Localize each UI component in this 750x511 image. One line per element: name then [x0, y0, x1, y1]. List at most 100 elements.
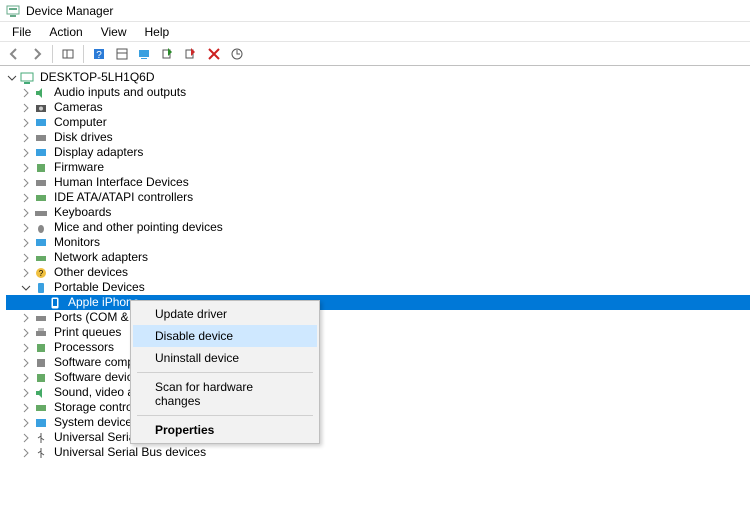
- chevron-right-icon[interactable]: [20, 252, 32, 264]
- tree-category-disk[interactable]: Disk drives: [6, 130, 750, 145]
- chevron-right-icon[interactable]: [20, 222, 32, 234]
- tree-label: Disk drives: [52, 130, 115, 145]
- ide-icon: [34, 191, 48, 205]
- tree-category-usb-controllers[interactable]: Universal Serial Bus controllers: [6, 430, 750, 445]
- tree-label: Processors: [52, 340, 116, 355]
- chevron-right-icon[interactable]: [20, 102, 32, 114]
- tree-label: Universal Serial Bus devices: [52, 445, 208, 460]
- tree-category-mice[interactable]: Mice and other pointing devices: [6, 220, 750, 235]
- ctx-uninstall-device[interactable]: Uninstall device: [133, 347, 317, 369]
- software-icon: [34, 371, 48, 385]
- port-icon: [34, 311, 48, 325]
- disk-icon: [34, 131, 48, 145]
- chevron-right-icon[interactable]: [20, 207, 32, 219]
- portable-device-icon: [34, 281, 48, 295]
- tree-category-software-components[interactable]: Software compor: [6, 355, 750, 370]
- tree-category-computer[interactable]: Computer: [6, 115, 750, 130]
- tree-category-usb-devices[interactable]: Universal Serial Bus devices: [6, 445, 750, 460]
- chevron-right-icon[interactable]: [20, 432, 32, 444]
- chevron-right-icon[interactable]: [20, 267, 32, 279]
- tree-root[interactable]: DESKTOP-5LH1Q6D: [6, 70, 750, 85]
- ctx-separator: [137, 415, 313, 416]
- context-menu: Update driver Disable device Uninstall d…: [130, 300, 320, 444]
- tree-label: Other devices: [52, 265, 130, 280]
- tree-category-processors[interactable]: Processors: [6, 340, 750, 355]
- tree-category-cameras[interactable]: Cameras: [6, 100, 750, 115]
- tree-category-audio[interactable]: Audio inputs and outputs: [6, 85, 750, 100]
- printer-icon: [34, 326, 48, 340]
- computer-icon: [20, 71, 34, 85]
- camera-icon: [34, 101, 48, 115]
- tree-category-display[interactable]: Display adapters: [6, 145, 750, 160]
- chevron-down-icon[interactable]: [20, 282, 32, 294]
- chevron-right-icon[interactable]: [20, 237, 32, 249]
- chevron-down-icon[interactable]: [6, 72, 18, 84]
- tree-category-print-queues[interactable]: Print queues: [6, 325, 750, 340]
- chevron-right-icon[interactable]: [20, 357, 32, 369]
- tree-category-sound[interactable]: Sound, video and: [6, 385, 750, 400]
- chevron-right-icon[interactable]: [20, 417, 32, 429]
- chevron-right-icon[interactable]: [20, 312, 32, 324]
- chevron-right-icon[interactable]: [20, 132, 32, 144]
- tree-category-other[interactable]: ? Other devices: [6, 265, 750, 280]
- tree-device-apple-iphone[interactable]: Apple iPhone: [6, 295, 750, 310]
- menu-help[interactable]: Help: [137, 23, 178, 41]
- chevron-right-icon[interactable]: [20, 177, 32, 189]
- menubar: File Action View Help: [0, 22, 750, 42]
- chevron-right-icon[interactable]: [20, 147, 32, 159]
- tree-category-monitors[interactable]: Monitors: [6, 235, 750, 250]
- tree-label: Computer: [52, 115, 109, 130]
- back-button[interactable]: [4, 44, 24, 64]
- svg-text:?: ?: [39, 269, 44, 278]
- help-button[interactable]: ?: [89, 44, 109, 64]
- component-icon: [34, 356, 48, 370]
- tree-category-portable[interactable]: Portable Devices: [6, 280, 750, 295]
- titlebar: Device Manager: [0, 0, 750, 22]
- usb-icon: [34, 431, 48, 445]
- chevron-right-icon[interactable]: [20, 117, 32, 129]
- chevron-right-icon[interactable]: [20, 387, 32, 399]
- tree-category-storage[interactable]: Storage controlle: [6, 400, 750, 415]
- menu-action[interactable]: Action: [41, 23, 90, 41]
- tree-category-hid[interactable]: Human Interface Devices: [6, 175, 750, 190]
- cpu-icon: [34, 341, 48, 355]
- chevron-right-icon[interactable]: [20, 447, 32, 459]
- chevron-right-icon[interactable]: [20, 87, 32, 99]
- tree-label: Human Interface Devices: [52, 175, 191, 190]
- chevron-right-icon[interactable]: [20, 327, 32, 339]
- chevron-right-icon[interactable]: [20, 162, 32, 174]
- chevron-right-icon[interactable]: [20, 402, 32, 414]
- show-hide-console-button[interactable]: [58, 44, 78, 64]
- hid-icon: [34, 176, 48, 190]
- tree-category-software-devices[interactable]: Software devices: [6, 370, 750, 385]
- device-tree[interactable]: DESKTOP-5LH1Q6D Audio inputs and outputs…: [0, 66, 750, 460]
- tree-category-firmware[interactable]: Firmware: [6, 160, 750, 175]
- tree-category-network[interactable]: Network adapters: [6, 250, 750, 265]
- device-manager-icon: [6, 4, 20, 18]
- update-driver-button[interactable]: [227, 44, 247, 64]
- chevron-right-icon[interactable]: [20, 192, 32, 204]
- menu-file[interactable]: File: [4, 23, 39, 41]
- tree-label: IDE ATA/ATAPI controllers: [52, 190, 195, 205]
- tree-category-keyboards[interactable]: Keyboards: [6, 205, 750, 220]
- uninstall-device-button[interactable]: [204, 44, 224, 64]
- ctx-update-driver[interactable]: Update driver: [133, 303, 317, 325]
- tree-category-ide[interactable]: IDE ATA/ATAPI controllers: [6, 190, 750, 205]
- properties-button[interactable]: [112, 44, 132, 64]
- tree-category-ports[interactable]: Ports (COM & LP: [6, 310, 750, 325]
- ctx-scan-hardware[interactable]: Scan for hardware changes: [133, 376, 317, 412]
- tree-label: Display adapters: [52, 145, 145, 160]
- chevron-right-icon[interactable]: [20, 372, 32, 384]
- menu-view[interactable]: View: [93, 23, 135, 41]
- ctx-disable-device[interactable]: Disable device: [133, 325, 317, 347]
- computer-icon: [34, 116, 48, 130]
- enable-device-button[interactable]: [158, 44, 178, 64]
- forward-button[interactable]: [27, 44, 47, 64]
- toolbar-separator: [52, 45, 53, 63]
- tree-category-system[interactable]: System devices: [6, 415, 750, 430]
- chevron-right-icon[interactable]: [20, 342, 32, 354]
- ctx-properties[interactable]: Properties: [133, 419, 317, 441]
- toolbar: ?: [0, 42, 750, 66]
- disable-device-button[interactable]: [181, 44, 201, 64]
- scan-hardware-button[interactable]: [135, 44, 155, 64]
